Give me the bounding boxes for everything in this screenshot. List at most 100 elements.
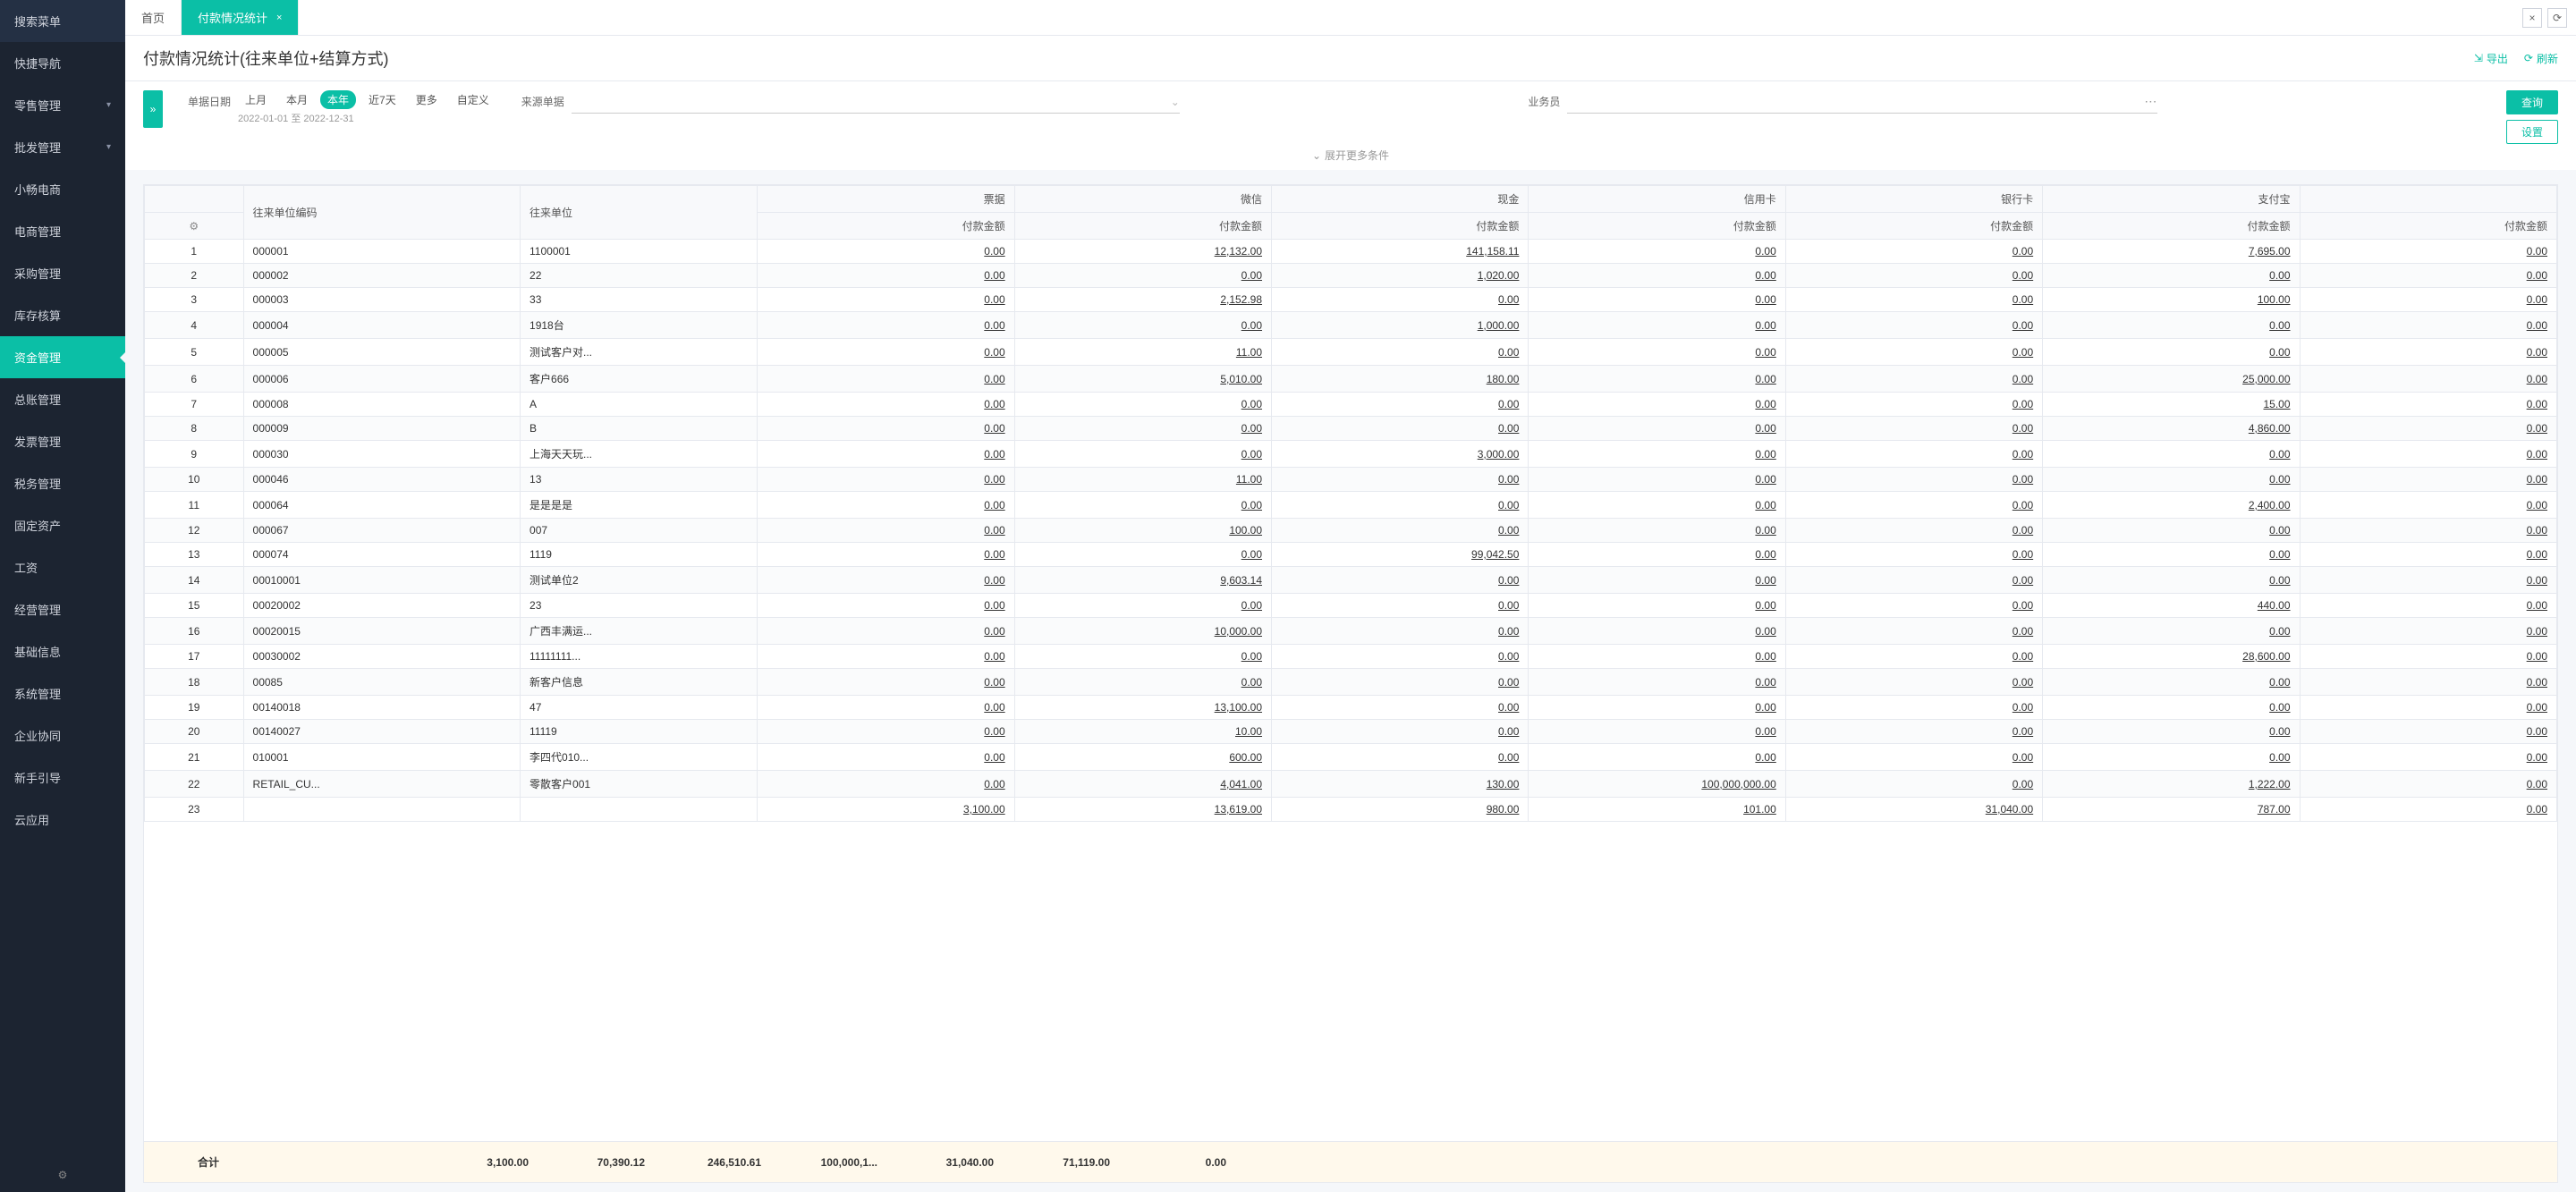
refresh-button[interactable]: ⟳ 刷新 [2524, 51, 2558, 66]
sidebar-item-4[interactable]: 小畅电商 [0, 168, 125, 210]
sidebar-item-8[interactable]: 资金管理 [0, 336, 125, 378]
row-amt-0[interactable]: 0.00 [758, 669, 1014, 696]
row-amt-3[interactable]: 0.00 [1529, 645, 1785, 669]
sidebar-item-19[interactable]: 云应用 [0, 799, 125, 841]
sidebar-item-7[interactable]: 库存核算 [0, 294, 125, 336]
row-amt-0[interactable]: 0.00 [758, 312, 1014, 339]
row-amt-6[interactable]: 0.00 [2300, 618, 2556, 645]
row-amt-6[interactable]: 0.00 [2300, 288, 2556, 312]
tab-0[interactable]: 首页 [125, 0, 182, 35]
sidebar-item-14[interactable]: 经营管理 [0, 588, 125, 630]
row-amt-2[interactable]: 99,042.50 [1272, 543, 1529, 567]
row-amt-6[interactable]: 0.00 [2300, 798, 2556, 822]
close-icon[interactable]: × [276, 13, 282, 23]
row-amt-3[interactable]: 0.00 [1529, 312, 1785, 339]
filter-expand-handle[interactable]: » [143, 90, 163, 128]
row-amt-0[interactable]: 0.00 [758, 264, 1014, 288]
row-amt-0[interactable]: 0.00 [758, 567, 1014, 594]
sidebar-item-15[interactable]: 基础信息 [0, 630, 125, 672]
row-amt-4[interactable]: 0.00 [1785, 264, 2042, 288]
sidebar-item-6[interactable]: 采购管理 [0, 252, 125, 294]
row-amt-1[interactable]: 0.00 [1014, 543, 1271, 567]
row-amt-2[interactable]: 130.00 [1272, 771, 1529, 798]
row-amt-6[interactable]: 0.00 [2300, 492, 2556, 519]
row-amt-0[interactable]: 0.00 [758, 645, 1014, 669]
row-amt-5[interactable]: 1,222.00 [2043, 771, 2300, 798]
sidebar-item-0[interactable]: 搜索菜单 [0, 0, 125, 42]
sidebar-item-5[interactable]: 电商管理 [0, 210, 125, 252]
row-amt-4[interactable]: 0.00 [1785, 417, 2042, 441]
row-amt-1[interactable]: 4,041.00 [1014, 771, 1271, 798]
row-amt-3[interactable]: 0.00 [1529, 594, 1785, 618]
row-amt-1[interactable]: 600.00 [1014, 744, 1271, 771]
row-amt-3[interactable]: 0.00 [1529, 696, 1785, 720]
row-amt-4[interactable]: 0.00 [1785, 594, 2042, 618]
row-amt-6[interactable]: 0.00 [2300, 312, 2556, 339]
row-amt-4[interactable]: 0.00 [1785, 288, 2042, 312]
row-amt-2[interactable]: 0.00 [1272, 720, 1529, 744]
row-amt-6[interactable]: 0.00 [2300, 594, 2556, 618]
row-amt-2[interactable]: 0.00 [1272, 417, 1529, 441]
row-amt-0[interactable]: 0.00 [758, 240, 1014, 264]
sidebar-item-11[interactable]: 税务管理 [0, 462, 125, 504]
sidebar-item-2[interactable]: 零售管理▾ [0, 84, 125, 126]
row-amt-3[interactable]: 0.00 [1529, 288, 1785, 312]
row-amt-5[interactable]: 0.00 [2043, 744, 2300, 771]
row-amt-1[interactable]: 13,619.00 [1014, 798, 1271, 822]
row-amt-5[interactable]: 0.00 [2043, 339, 2300, 366]
row-amt-5[interactable]: 440.00 [2043, 594, 2300, 618]
row-amt-1[interactable]: 0.00 [1014, 441, 1271, 468]
row-amt-5[interactable]: 15.00 [2043, 393, 2300, 417]
row-amt-3[interactable]: 0.00 [1529, 339, 1785, 366]
settings-button[interactable]: 设置 [2506, 120, 2558, 144]
row-amt-0[interactable]: 0.00 [758, 771, 1014, 798]
row-amt-2[interactable]: 141,158.11 [1272, 240, 1529, 264]
row-amt-6[interactable]: 0.00 [2300, 771, 2556, 798]
row-amt-5[interactable]: 0.00 [2043, 696, 2300, 720]
row-amt-2[interactable]: 1,000.00 [1272, 312, 1529, 339]
row-amt-2[interactable]: 3,000.00 [1272, 441, 1529, 468]
row-amt-3[interactable]: 0.00 [1529, 618, 1785, 645]
row-amt-1[interactable]: 10,000.00 [1014, 618, 1271, 645]
row-amt-2[interactable]: 0.00 [1272, 339, 1529, 366]
row-amt-2[interactable]: 0.00 [1272, 669, 1529, 696]
sidebar-item-12[interactable]: 固定资产 [0, 504, 125, 546]
row-amt-1[interactable]: 0.00 [1014, 492, 1271, 519]
row-amt-0[interactable]: 0.00 [758, 492, 1014, 519]
row-amt-2[interactable]: 980.00 [1272, 798, 1529, 822]
sidebar-item-16[interactable]: 系统管理 [0, 672, 125, 714]
tab-1[interactable]: 付款情况统计× [182, 0, 299, 35]
tab-refresh-button[interactable]: ⟳ [2547, 8, 2567, 28]
row-amt-3[interactable]: 0.00 [1529, 492, 1785, 519]
row-amt-6[interactable]: 0.00 [2300, 264, 2556, 288]
row-amt-5[interactable]: 0.00 [2043, 468, 2300, 492]
row-amt-6[interactable]: 0.00 [2300, 669, 2556, 696]
row-amt-0[interactable]: 0.00 [758, 468, 1014, 492]
row-amt-3[interactable]: 0.00 [1529, 441, 1785, 468]
query-button[interactable]: 查询 [2506, 90, 2558, 114]
row-amt-3[interactable]: 0.00 [1529, 417, 1785, 441]
row-amt-4[interactable]: 0.00 [1785, 366, 2042, 393]
row-amt-3[interactable]: 0.00 [1529, 264, 1785, 288]
row-amt-1[interactable]: 0.00 [1014, 393, 1271, 417]
row-amt-3[interactable]: 0.00 [1529, 543, 1785, 567]
row-amt-4[interactable]: 0.00 [1785, 492, 2042, 519]
row-amt-5[interactable]: 0.00 [2043, 441, 2300, 468]
row-amt-5[interactable]: 100.00 [2043, 288, 2300, 312]
row-amt-0[interactable]: 0.00 [758, 696, 1014, 720]
row-amt-0[interactable]: 0.00 [758, 618, 1014, 645]
row-amt-1[interactable]: 11.00 [1014, 468, 1271, 492]
row-amt-2[interactable]: 0.00 [1272, 288, 1529, 312]
row-amt-2[interactable]: 0.00 [1272, 645, 1529, 669]
row-amt-4[interactable]: 0.00 [1785, 312, 2042, 339]
row-amt-0[interactable]: 0.00 [758, 288, 1014, 312]
gear-icon[interactable]: ⚙ [189, 220, 199, 232]
row-amt-4[interactable]: 0.00 [1785, 393, 2042, 417]
row-amt-6[interactable]: 0.00 [2300, 441, 2556, 468]
sidebar-item-9[interactable]: 总账管理 [0, 378, 125, 420]
row-amt-1[interactable]: 2,152.98 [1014, 288, 1271, 312]
row-amt-0[interactable]: 0.00 [758, 594, 1014, 618]
row-amt-5[interactable]: 0.00 [2043, 312, 2300, 339]
row-amt-1[interactable]: 0.00 [1014, 669, 1271, 696]
sidebar-item-17[interactable]: 企业协同 [0, 714, 125, 757]
